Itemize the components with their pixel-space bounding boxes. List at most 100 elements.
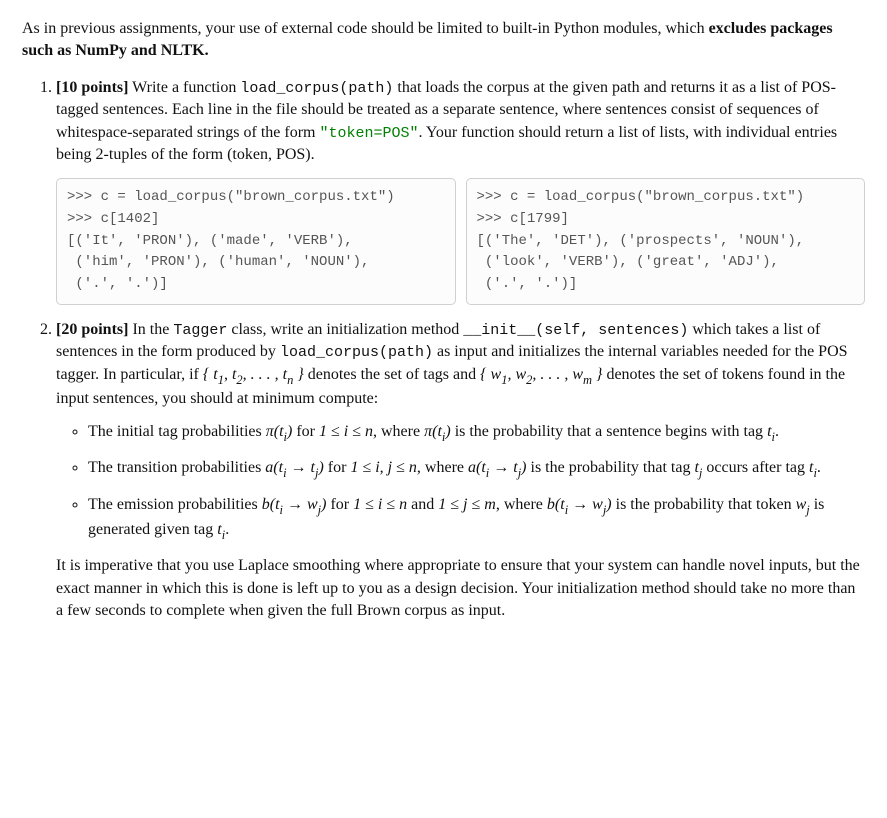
q2-t5: denotes the set of tags and — [304, 366, 480, 383]
asj2: j — [518, 466, 521, 480]
q2-bullets: The initial tag probabilities π(ti) for … — [56, 421, 865, 544]
a-ti-tj-2: a(ti → tj) — [468, 459, 527, 476]
wsubm: m — [583, 373, 592, 387]
intro-paragraph: As in previous assignments, your use of … — [22, 18, 865, 63]
code-example-right: >>> c = load_corpus("brown_corpus.txt") … — [466, 178, 866, 304]
bullet-emission-prob: The emission probabilities b(ti → wj) fo… — [88, 494, 865, 543]
a-ti-tj-1: a(ti → tj) — [265, 459, 324, 476]
b1b: for — [292, 423, 319, 440]
rng1: 1 ≤ i ≤ n — [319, 423, 373, 440]
dot1: . — [775, 423, 779, 440]
b-ti-wj-2: b(ti → wj) — [547, 496, 612, 513]
ws-b: , w — [507, 366, 526, 383]
subn: n — [287, 373, 293, 387]
b1a: The initial tag probabilities — [88, 423, 266, 440]
dot3: . — [225, 521, 229, 538]
ao2: a(t — [468, 459, 486, 476]
asi: i — [283, 466, 286, 480]
bullet-transition-prob: The transition probabilities a(ti → tj) … — [88, 457, 865, 482]
token-pos-string: "token=POS" — [319, 125, 418, 142]
question-list: [10 points] Write a function load_corpus… — [22, 77, 865, 623]
sub2: 2 — [236, 373, 242, 387]
code-examples-row: >>> c = load_corpus("brown_corpus.txt") … — [56, 178, 865, 304]
ar2: → t — [489, 459, 517, 476]
q2-closing: It is imperative that you use Laplace sm… — [56, 555, 865, 622]
q1-pre: Write a function — [128, 79, 240, 96]
piti: π(t — [266, 423, 284, 440]
dot2: . — [817, 459, 821, 476]
q2-points: [20 points] — [56, 321, 128, 338]
ws-c: , . . . , w — [532, 366, 583, 383]
subj1: j — [699, 466, 702, 480]
question-1: [10 points] Write a function load_corpus… — [56, 77, 865, 305]
wj-b3: wj — [796, 496, 810, 513]
ao: a(t — [265, 459, 283, 476]
b1d: is the probability that a sentence begin… — [451, 423, 767, 440]
bo: b(t — [262, 496, 280, 513]
b3e: is the probability that token — [612, 496, 796, 513]
ts-d: } — [293, 366, 303, 383]
bsi2: i — [565, 503, 568, 517]
b3d: , where — [496, 496, 547, 513]
rng3a: 1 ≤ i ≤ n — [353, 496, 407, 513]
ws-a: { w — [480, 366, 501, 383]
q2-intro: [20 points] In the Tagger class, write a… — [56, 319, 865, 411]
q1-fn: load_corpus(path) — [240, 80, 393, 97]
b-ti-wj-1: b(ti → wj) — [262, 496, 327, 513]
q2-t1: In the — [128, 321, 173, 338]
b2c: , where — [417, 459, 468, 476]
ti-b3: ti — [217, 521, 225, 538]
arw: → w — [283, 496, 318, 513]
asj: j — [315, 466, 318, 480]
question-2: [20 points] In the Tagger class, write a… — [56, 319, 865, 623]
q2-t2: class, write an initialization method — [227, 321, 463, 338]
intro-text-a: As in previous assignments, your use of … — [22, 20, 709, 37]
tags-set: { t1, t2, . . . , tn } — [203, 366, 304, 383]
subi5: i — [222, 528, 225, 542]
subi1: i — [284, 430, 287, 444]
b2e: occurs after tag — [702, 459, 809, 476]
ts-b: , t — [224, 366, 236, 383]
b3b: for — [326, 496, 353, 513]
bullet-initial-prob: The initial tag probabilities π(ti) for … — [88, 421, 865, 446]
rng3b: 1 ≤ j ≤ m — [438, 496, 496, 513]
bsj2: j — [603, 503, 606, 517]
ti-1: ti — [767, 423, 775, 440]
words-set: { w1, w2, . . . , wm } — [480, 366, 602, 383]
asi2: i — [486, 466, 489, 480]
ti-b2: ti — [809, 459, 817, 476]
b2a: The transition probabilities — [88, 459, 265, 476]
ws-d: } — [592, 366, 602, 383]
rng2: 1 ≤ i, j ≤ n — [350, 459, 416, 476]
wsub1: 1 — [501, 373, 507, 387]
ts-c: , . . . , t — [243, 366, 287, 383]
load-corpus-ref: load_corpus(path) — [280, 344, 433, 361]
pi-ti-1: π(ti) — [266, 423, 293, 440]
code-example-left: >>> c = load_corpus("brown_corpus.txt") … — [56, 178, 456, 304]
ts-a: { t — [203, 366, 218, 383]
b2d: is the probability that tag — [527, 459, 695, 476]
ar1: → t — [287, 459, 315, 476]
pi-ti-2: π(ti) — [424, 423, 451, 440]
piti2: π(t — [424, 423, 442, 440]
arw2: → w — [568, 496, 603, 513]
subi3: i — [772, 430, 775, 444]
b3a: The emission probabilities — [88, 496, 262, 513]
b1c: , where — [373, 423, 424, 440]
subi4: i — [813, 466, 816, 480]
wsub2: 2 — [526, 373, 532, 387]
ti: t — [767, 423, 771, 440]
subi2: i — [442, 430, 445, 444]
b3c: and — [407, 496, 438, 513]
tagger-class: Tagger — [173, 322, 227, 339]
subj2: j — [806, 503, 809, 517]
wj: w — [796, 496, 807, 513]
q1-text: [10 points] Write a function load_corpus… — [56, 77, 865, 167]
bsi: i — [280, 503, 283, 517]
q1-points: [10 points] — [56, 79, 128, 96]
bsj: j — [318, 503, 321, 517]
b2b: for — [324, 459, 351, 476]
bo2: b(t — [547, 496, 565, 513]
sub1: 1 — [218, 373, 224, 387]
init-signature: __init__(self, sentences) — [463, 322, 688, 339]
